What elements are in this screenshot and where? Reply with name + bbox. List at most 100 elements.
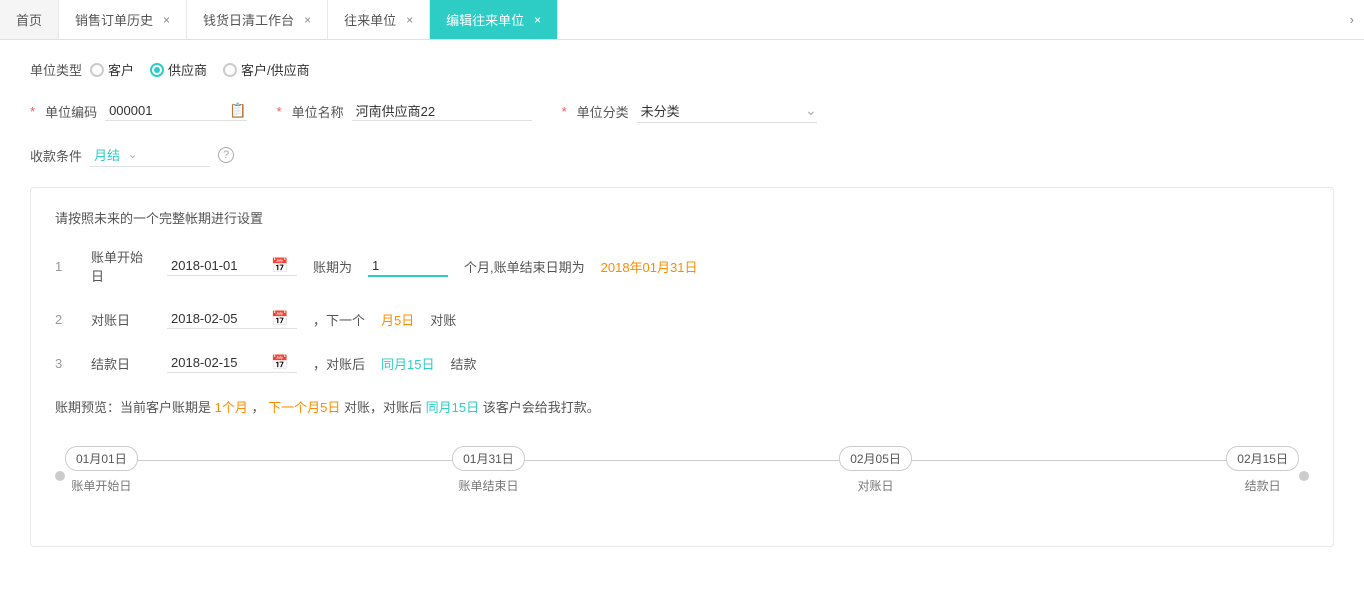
chevron-down-icon[interactable]: ⌄ xyxy=(128,148,137,161)
reconcile-orange: 月5日 xyxy=(381,310,414,329)
unit-category-label: 单位分类 xyxy=(577,102,629,121)
radio-label-both: 客户/供应商 xyxy=(241,60,310,79)
start-date-wrap: 📅 xyxy=(167,256,297,276)
billing-card: 请按照未来的一个完整帐期进行设置 1 账单开始日 📅 账期为 个月,账单结束日期… xyxy=(30,187,1334,547)
row-num-2: 2 xyxy=(55,312,75,327)
period-input-wrap xyxy=(368,256,448,277)
tab-home[interactable]: 首页 xyxy=(0,0,59,39)
timeline: 01月01日 账单开始日 01月31日 账单结束日 02月05日 对账日 0 xyxy=(55,436,1309,526)
period-suffix: 个月,账单结束日期为 xyxy=(464,257,585,276)
payment-date-input[interactable] xyxy=(167,353,267,372)
period-prefix: 账期为 xyxy=(313,257,352,276)
tab-edit-partner[interactable]: 编辑往来单位 × xyxy=(430,0,558,39)
payment-terms-value: 月结 xyxy=(90,143,124,166)
payment-terms-label: 收款条件 xyxy=(30,146,82,165)
payment-suffix1: ，对账后 xyxy=(313,354,365,373)
timeline-node-3: 02月05日 对账日 xyxy=(839,446,912,494)
timeline-label-1: 账单开始日 xyxy=(71,477,131,494)
tab-partner-unit[interactable]: 往来单位 × xyxy=(328,0,430,39)
close-icon[interactable]: × xyxy=(534,13,541,27)
reconcile-suffix2: 对账 xyxy=(430,310,456,329)
timeline-label-2: 账单结束日 xyxy=(458,477,518,494)
payment-terms-row: 收款条件 月结 ⌄ ? xyxy=(30,143,1334,167)
unit-code-input[interactable] xyxy=(105,101,225,120)
required-star: * xyxy=(277,104,282,119)
billing-row-2: 2 对账日 📅 ，下一个 月5日 对账 xyxy=(55,309,1309,329)
billing-row-1: 1 账单开始日 📅 账期为 个月,账单结束日期为 2018年01月31日 xyxy=(55,247,1309,285)
calendar-icon-3[interactable]: 📅 xyxy=(271,354,288,371)
timeline-label-4: 结款日 xyxy=(1245,477,1281,494)
main-content: 单位类型 客户 供应商 客户/供应商 * 单位编码 xyxy=(0,40,1364,608)
payment-suffix2: 结款 xyxy=(450,354,476,373)
tab-sales-order-history[interactable]: 销售订单历史 × xyxy=(59,0,187,39)
timeline-badge-2: 01月31日 xyxy=(452,446,525,471)
help-icon[interactable]: ? xyxy=(218,147,234,163)
unit-name-input[interactable] xyxy=(352,101,532,121)
tab-cash-work[interactable]: 钱货日清工作台 × xyxy=(187,0,328,39)
close-icon[interactable]: × xyxy=(406,13,413,27)
timeline-label-3: 对账日 xyxy=(858,477,894,494)
billing-label-2: 对账日 xyxy=(91,310,151,329)
preview-suffix: 该客户会给我打款。 xyxy=(483,400,600,415)
billing-row-3: 3 结款日 📅 ，对账后 同月15日 结款 xyxy=(55,353,1309,373)
unit-code-input-wrap: 📋 xyxy=(105,101,246,121)
reconcile-suffix1: ，下一个 xyxy=(313,310,365,329)
billing-label-1: 账单开始日 xyxy=(91,247,151,285)
preview-mid1: ， xyxy=(252,400,265,415)
unit-category-group: * 单位分类 未分类 ⌄ xyxy=(562,99,817,123)
unit-code-group: * 单位编码 📋 xyxy=(30,101,247,121)
start-date-input[interactable] xyxy=(167,256,267,275)
calendar-icon-1[interactable]: 📅 xyxy=(271,257,288,274)
preview-text: 账期预览：当前客户账期是 1个月 ， 下一个月5日 对账，对账后 同月15日 该… xyxy=(55,397,1309,416)
unit-category-select[interactable]: 未分类 ⌄ xyxy=(637,99,817,123)
period-end-date: 2018年01月31日 xyxy=(601,257,698,276)
tab-bar: 首页 销售订单历史 × 钱货日清工作台 × 往来单位 × 编辑往来单位 × › xyxy=(0,0,1364,40)
close-icon[interactable]: × xyxy=(304,13,311,27)
row-num-3: 3 xyxy=(55,356,75,371)
preview-teal: 同月15日 xyxy=(426,400,479,415)
payment-teal: 同月15日 xyxy=(381,354,434,373)
payment-date-wrap: 📅 xyxy=(167,353,297,373)
unit-category-value: 未分类 xyxy=(637,99,797,122)
close-icon[interactable]: × xyxy=(163,13,170,27)
billing-label-3: 结款日 xyxy=(91,354,151,373)
calendar-icon-2[interactable]: 📅 xyxy=(271,310,288,327)
timeline-node-4: 02月15日 结款日 xyxy=(1226,446,1299,494)
unit-type-label: 单位类型 xyxy=(30,60,82,79)
row-num-1: 1 xyxy=(55,259,75,274)
radio-customer[interactable]: 客户 xyxy=(90,60,134,79)
timeline-badge-4: 02月15日 xyxy=(1226,446,1299,471)
timeline-node-1: 01月01日 账单开始日 xyxy=(65,446,138,494)
preview-prefix: 账期预览：当前客户账期是 xyxy=(55,400,211,415)
unit-type-row: 单位类型 客户 供应商 客户/供应商 xyxy=(30,60,1334,79)
unit-name-label: 单位名称 xyxy=(292,102,344,121)
timeline-node-2: 01月31日 账单结束日 xyxy=(452,446,525,494)
period-input[interactable] xyxy=(368,256,438,275)
radio-label-customer: 客户 xyxy=(108,60,134,79)
unit-name-group: * 单位名称 xyxy=(277,101,532,121)
preview-orange2: 下一个月5日 xyxy=(268,400,340,415)
required-star: * xyxy=(30,104,35,119)
copy-icon[interactable]: 📋 xyxy=(229,102,246,119)
unit-type-radio-group: 客户 供应商 客户/供应商 xyxy=(90,60,310,79)
required-star: * xyxy=(562,104,567,119)
timeline-badge-1: 01月01日 xyxy=(65,446,138,471)
reconcile-date-wrap: 📅 xyxy=(167,309,297,329)
radio-both[interactable]: 客户/供应商 xyxy=(223,60,310,79)
reconcile-date-input[interactable] xyxy=(167,309,267,328)
payment-terms-group: 收款条件 月结 ⌄ ? xyxy=(30,143,234,167)
payment-terms-select[interactable]: 月结 ⌄ xyxy=(90,143,210,167)
radio-label-supplier: 供应商 xyxy=(168,60,207,79)
tab-more-arrow[interactable]: › xyxy=(1340,0,1364,39)
preview-orange1: 1个月 xyxy=(215,400,248,415)
radio-circle-both xyxy=(223,63,237,77)
unit-code-label: 单位编码 xyxy=(45,102,97,121)
radio-circle-supplier xyxy=(150,63,164,77)
unit-type-group: 单位类型 客户 供应商 客户/供应商 xyxy=(30,60,310,79)
timeline-badge-3: 02月05日 xyxy=(839,446,912,471)
unit-info-row: * 单位编码 📋 * 单位名称 * 单位分类 未分类 ⌄ xyxy=(30,99,1334,123)
radio-supplier[interactable]: 供应商 xyxy=(150,60,207,79)
chevron-down-icon[interactable]: ⌄ xyxy=(805,102,817,119)
preview-mid2: 对账，对账后 xyxy=(344,400,422,415)
radio-circle-customer xyxy=(90,63,104,77)
